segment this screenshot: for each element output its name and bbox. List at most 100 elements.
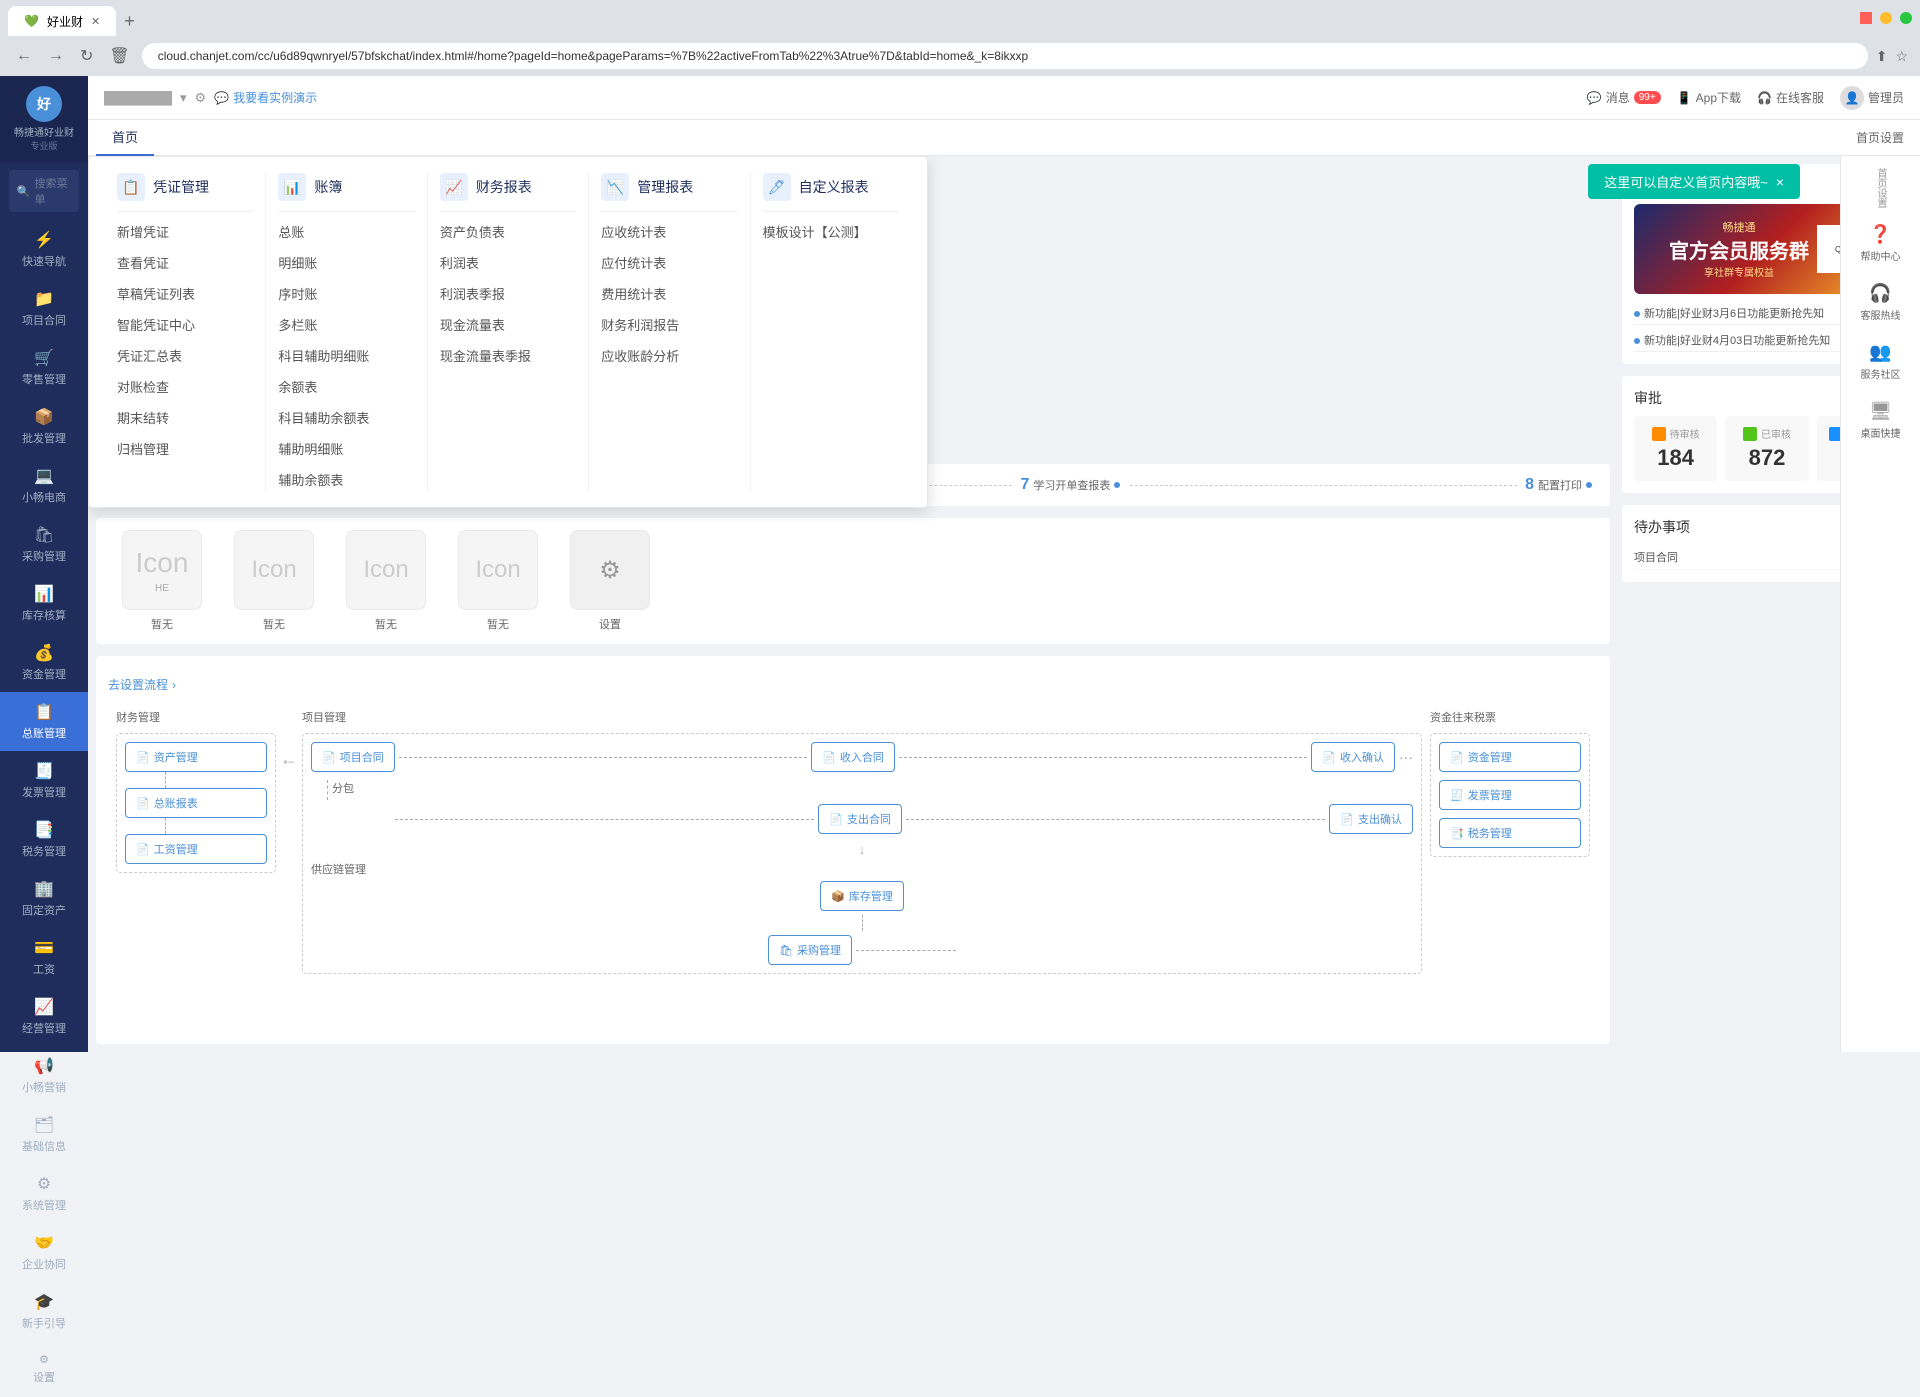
window-maximize[interactable] bbox=[1900, 12, 1912, 24]
browser-tab-active[interactable]: 💚 好业财 ✕ bbox=[8, 6, 116, 36]
menu-item-subject-balance[interactable]: 科目辅助余额表 bbox=[278, 406, 414, 429]
message-action[interactable]: 💬 消息 99+ bbox=[1587, 89, 1661, 106]
new-tab-button[interactable]: + bbox=[116, 7, 143, 36]
sidebar-item-system[interactable]: ⚙ 系统管理 bbox=[0, 1164, 88, 1223]
page-settings-label[interactable]: 首页设置 bbox=[1869, 164, 1892, 212]
purchase-box[interactable]: 🛍 采购管理 bbox=[768, 935, 852, 965]
user-action[interactable]: 👤 管理员 bbox=[1840, 86, 1904, 110]
income-contract-box[interactable]: 📄 收入合同 bbox=[811, 742, 895, 772]
sidebar-item-project[interactable]: 📁 项目合同 bbox=[0, 279, 88, 338]
sidebar-item-wholesale[interactable]: 📦 批发管理 bbox=[0, 397, 88, 456]
sidebar-item-finance[interactable]: 💰 资金管理 bbox=[0, 633, 88, 692]
menu-item-profit-report[interactable]: 财务利润报告 bbox=[601, 313, 737, 336]
sidebar-item-ops[interactable]: 📈 经营管理 bbox=[0, 987, 88, 1046]
icon-cell-1[interactable]: Icon HE 暂无 bbox=[112, 530, 212, 632]
project-contract-box[interactable]: 📄 项目合同 bbox=[311, 742, 395, 772]
menu-item-cashflow-quarterly[interactable]: 现金流量表季报 bbox=[440, 344, 576, 367]
expense-contract-box[interactable]: 📄 支出合同 bbox=[818, 804, 902, 834]
sidebar-item-fixed[interactable]: 🏢 固定资产 bbox=[0, 869, 88, 928]
tab-close-btn[interactable]: ✕ bbox=[91, 15, 100, 28]
bookmark-icon[interactable]: ☆ bbox=[1895, 48, 1908, 65]
sidebar-item-ecommerce[interactable]: 💻 小畅电商 bbox=[0, 456, 88, 515]
v-line1 bbox=[165, 772, 267, 788]
menu-item-archive[interactable]: 归档管理 bbox=[117, 437, 253, 460]
sidebar-item-newbie[interactable]: 🎓 新手引导 bbox=[0, 1282, 88, 1341]
sidebar-item-label: 库存核算 bbox=[22, 607, 66, 623]
approval-pending[interactable]: 待审核 184 bbox=[1634, 416, 1717, 481]
menu-item-income-quarterly[interactable]: 利润表季报 bbox=[440, 282, 576, 305]
go-setup-link[interactable]: 去设置流程 › bbox=[108, 676, 1598, 693]
delete-button[interactable]: 🗑 bbox=[105, 42, 133, 70]
sidebar-item-invoice[interactable]: 🧾 发票管理 bbox=[0, 751, 88, 810]
salary-mgmt-box[interactable]: 📄 工资管理 bbox=[125, 834, 267, 864]
menu-item-detail-ledger[interactable]: 明细账 bbox=[278, 251, 414, 274]
sidebar-item-salary[interactable]: 💳 工资 bbox=[0, 928, 88, 987]
menu-item-reconcile[interactable]: 对账检查 bbox=[117, 375, 253, 398]
dropdown-icon[interactable]: ▾ bbox=[180, 90, 187, 106]
icon-cell-2[interactable]: Icon 暂无 bbox=[224, 530, 324, 632]
menu-item-balance-sheet[interactable]: 资产负债表 bbox=[440, 220, 576, 243]
menu-item-new-voucher[interactable]: 新增凭证 bbox=[117, 220, 253, 243]
sidebar-item-shortcut[interactable]: ⚡ 快速导航 bbox=[0, 220, 88, 279]
menu-item-aux-detail[interactable]: 辅助明细账 bbox=[278, 437, 414, 460]
expense-confirm-box[interactable]: 📄 支出确认 bbox=[1329, 804, 1413, 834]
menu-item-balance[interactable]: 余额表 bbox=[278, 375, 414, 398]
invoice-mgmt-box[interactable]: 🧾 发票管理 bbox=[1439, 780, 1581, 810]
menu-item-time-ledger[interactable]: 序时账 bbox=[278, 282, 414, 305]
menu-item-period-close[interactable]: 期末结转 bbox=[117, 406, 253, 429]
menu-item-view-voucher[interactable]: 查看凭证 bbox=[117, 251, 253, 274]
online-service-action[interactable]: 🎧 在线客服 bbox=[1757, 89, 1824, 106]
income-confirm-box[interactable]: 📄 收入确认 bbox=[1311, 742, 1395, 772]
capital-mgmt-box[interactable]: 📄 资金管理 bbox=[1439, 742, 1581, 772]
menu-item-template[interactable]: 模板设计【公测】 bbox=[763, 220, 899, 243]
sidebar-item-inventory[interactable]: 📊 库存核算 bbox=[0, 574, 88, 633]
tab-home[interactable]: 首页 bbox=[96, 119, 154, 156]
menu-item-aging[interactable]: 应收账龄分析 bbox=[601, 344, 737, 367]
sidebar-item-tax[interactable]: 📑 税务管理 bbox=[0, 810, 88, 869]
back-button[interactable]: ← bbox=[12, 43, 36, 69]
tab-side-button[interactable]: 首页设置 bbox=[1848, 125, 1912, 150]
menu-item-subject-detail[interactable]: 科目辅助明细账 bbox=[278, 344, 414, 367]
tax-mgmt-box[interactable]: 📑 税务管理 bbox=[1439, 818, 1581, 848]
sidebar-item-retail[interactable]: 🛒 零售管理 bbox=[0, 338, 88, 397]
menu-item-smart-voucher[interactable]: 智能凭证中心 bbox=[117, 313, 253, 336]
window-close[interactable] bbox=[1860, 12, 1872, 24]
inventory-box[interactable]: 📦 库存管理 bbox=[820, 881, 904, 911]
icon-cell-settings[interactable]: ⚙ 设置 bbox=[560, 530, 660, 632]
menu-item-payable[interactable]: 应付统计表 bbox=[601, 251, 737, 274]
window-minimize[interactable] bbox=[1880, 12, 1892, 24]
menu-item-aux-balance[interactable]: 辅助余额表 bbox=[278, 468, 414, 491]
rs-item-desktop[interactable]: 🖥 桌面快捷 bbox=[1841, 393, 1920, 448]
menu-item-expense[interactable]: 费用统计表 bbox=[601, 282, 737, 305]
reload-button[interactable]: ↻ bbox=[76, 42, 97, 70]
icon-cell-4[interactable]: Icon 暂无 bbox=[448, 530, 548, 632]
menu-item-cashflow[interactable]: 现金流量表 bbox=[440, 313, 576, 336]
settings-header-icon[interactable]: ⚙ bbox=[195, 90, 207, 106]
app-download-action[interactable]: 📱 App下载 bbox=[1677, 89, 1741, 106]
sidebar-item-enterprise[interactable]: 🤝 企业协同 bbox=[0, 1223, 88, 1282]
rs-item-help[interactable]: ❓ 帮助中心 bbox=[1841, 216, 1920, 271]
sidebar-item-marketing[interactable]: 📢 小畅营销 bbox=[0, 1046, 88, 1105]
forward-button[interactable]: → bbox=[44, 43, 68, 69]
sidebar-item-purchase[interactable]: 🛍 采购管理 bbox=[0, 515, 88, 574]
sidebar-item-settings[interactable]: ⚙ 设置 bbox=[0, 1341, 88, 1397]
sidebar-item-base[interactable]: 🗂 基础信息 bbox=[0, 1105, 88, 1164]
rs-item-community[interactable]: 👥 服务社区 bbox=[1841, 334, 1920, 389]
menu-item-multi-ledger[interactable]: 多栏账 bbox=[278, 313, 414, 336]
menu-item-general-ledger[interactable]: 总账 bbox=[278, 220, 414, 243]
project-icon: 📄 bbox=[322, 751, 336, 764]
tip-close-btn[interactable]: × bbox=[1776, 174, 1784, 190]
rs-item-customer[interactable]: 🎧 客服热线 bbox=[1841, 275, 1920, 330]
sidebar-item-accounting[interactable]: 📋 总账管理 bbox=[0, 692, 88, 751]
sidebar-search[interactable]: 🔍 搜索菜单 bbox=[9, 170, 79, 212]
menu-item-income-statement[interactable]: 利润表 bbox=[440, 251, 576, 274]
icon-cell-3[interactable]: Icon 暂无 bbox=[336, 530, 436, 632]
demo-btn[interactable]: 💬 我要看实例演示 bbox=[214, 89, 317, 106]
asset-mgmt-box[interactable]: 📄 资产管理 bbox=[125, 742, 267, 772]
menu-item-receivable[interactable]: 应收统计表 bbox=[601, 220, 737, 243]
ledger-report-box[interactable]: 📄 总账报表 bbox=[125, 788, 267, 818]
approval-approved[interactable]: 已审核 872 bbox=[1725, 416, 1808, 481]
url-input[interactable] bbox=[142, 43, 1868, 69]
menu-item-draft-voucher[interactable]: 草稿凭证列表 bbox=[117, 282, 253, 305]
menu-item-voucher-summary[interactable]: 凭证汇总表 bbox=[117, 344, 253, 367]
